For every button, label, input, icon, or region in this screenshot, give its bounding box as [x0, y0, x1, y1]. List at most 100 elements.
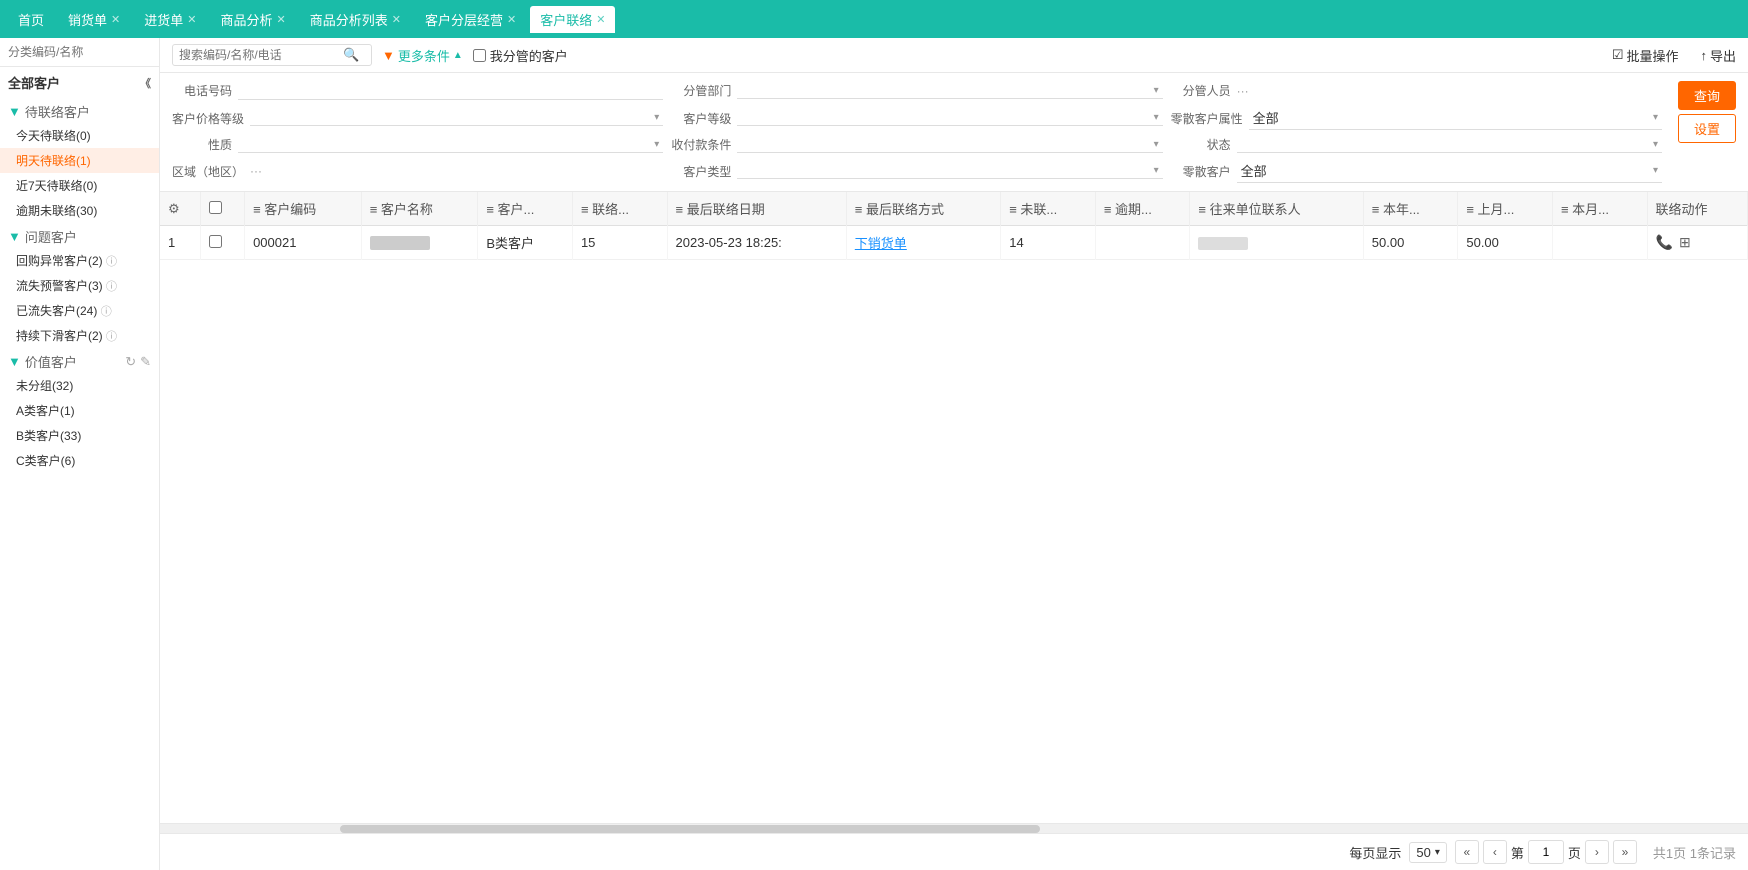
- table-header-row: ⚙ ≡ 客户编码 ≡ 客户名称 ≡ 客户... ≡ 联络... ≡ 最后联络日期…: [160, 192, 1748, 226]
- search-wrap: 🔍: [172, 44, 372, 66]
- triangle-icon: ▼: [8, 104, 21, 119]
- sidebar-item-class-b[interactable]: B类客户(33): [0, 423, 159, 448]
- nav-product-analysis[interactable]: 商品分析 ✕: [210, 6, 295, 33]
- nav-product-analysis-list[interactable]: 商品分析列表 ✕: [300, 6, 411, 33]
- filter-price-level: 客户价格等级 ▾: [172, 110, 663, 127]
- filter-row-3: 性质 ▾ 收付款条件 ▾: [172, 136, 1662, 153]
- last-page-btn[interactable]: »: [1613, 840, 1637, 864]
- price-chevron-icon: ▾: [654, 112, 659, 123]
- cell-check: [201, 226, 245, 260]
- nav-close-customer-contact[interactable]: ✕: [596, 13, 605, 26]
- prev-page-btn[interactable]: ‹: [1483, 840, 1507, 864]
- call-icon[interactable]: 📞: [1656, 234, 1673, 251]
- my-customer-checkbox[interactable]: [473, 49, 486, 62]
- manager-dots-btn[interactable]: ···: [1237, 84, 1249, 98]
- last-method-link[interactable]: 下销货单: [855, 236, 907, 251]
- nav-close-sales[interactable]: ✕: [111, 13, 120, 26]
- col-gear: ⚙: [160, 192, 201, 226]
- cell-contact-count: 15: [572, 226, 667, 260]
- filter-retail-select[interactable]: 全部 ▾: [1249, 106, 1662, 130]
- sidebar-group-value: ▼ 价值客户 ↻ ✎: [0, 348, 159, 373]
- sidebar-item-churned[interactable]: 已流失客户(24) ⓘ: [0, 298, 159, 323]
- filter-nature-select[interactable]: ▾: [238, 137, 663, 153]
- filter-row-2: 客户价格等级 ▾ 客户等级 ▾: [172, 106, 1662, 130]
- filter-buttons: 查询 设置: [1678, 81, 1736, 143]
- batch-op-btn[interactable]: ☑ 批量操作: [1612, 46, 1679, 65]
- filter-cust-type-select[interactable]: ▾: [737, 163, 1162, 179]
- gear-col-icon[interactable]: ⚙: [168, 201, 180, 216]
- col-type: ≡ 客户...: [478, 192, 573, 226]
- nav-purchase[interactable]: 进货单 ✕: [134, 6, 206, 33]
- sidebar-search-input[interactable]: [8, 45, 160, 59]
- filter-payment-select[interactable]: ▾: [737, 137, 1162, 153]
- sidebar-item-overdue[interactable]: 逾期未联络(30): [0, 198, 159, 223]
- sidebar-group-problem: ▼ 问题客户: [0, 223, 159, 248]
- col-check: [201, 192, 245, 226]
- sidebar-all-customers[interactable]: 全部客户 《: [0, 67, 159, 98]
- filter-price-select[interactable]: ▾: [250, 110, 663, 126]
- sidebar-item-today[interactable]: 今天待联络(0): [0, 123, 159, 148]
- sidebar-item-class-a[interactable]: A类客户(1): [0, 398, 159, 423]
- filter-retail-cust-select[interactable]: 全部 ▾: [1237, 159, 1662, 183]
- sidebar-item-abnormal[interactable]: 回购异常客户(2) ⓘ: [0, 248, 159, 273]
- sidebar-group-pending: ▼ 待联络客户: [0, 98, 159, 123]
- horizontal-scrollbar[interactable]: [160, 823, 1748, 833]
- filter-bar: 🔍 ▼ 更多条件 ▲ 我分管的客户 ☑ 批量操作 ↑ 导出: [160, 38, 1748, 73]
- page-number-input[interactable]: [1528, 840, 1564, 864]
- content-area: 🔍 ▼ 更多条件 ▲ 我分管的客户 ☑ 批量操作 ↑ 导出: [160, 38, 1748, 870]
- filter-level-select[interactable]: ▾: [737, 110, 1162, 126]
- filter-dept-select[interactable]: ▾: [737, 83, 1162, 99]
- page-size-select[interactable]: 50 ▾: [1409, 842, 1447, 863]
- sidebar-item-class-c[interactable]: C类客户(6): [0, 448, 159, 473]
- col-no-contact: ≡ 未联...: [1001, 192, 1096, 226]
- grid-icon[interactable]: ⊞: [1679, 234, 1691, 251]
- filter-nature: 性质 ▾: [172, 136, 663, 153]
- col-this-month: ≡ 本月...: [1552, 192, 1647, 226]
- table-row: 1 000021 B类客户 15 2023-05-23 18:25: 下销货单 …: [160, 226, 1748, 260]
- sidebar-item-tomorrow[interactable]: 明天待联络(1): [0, 148, 159, 173]
- cust-type-chevron-icon: ▾: [1154, 165, 1159, 176]
- cell-no-contact: 14: [1001, 226, 1096, 260]
- triangle-icon-2: ▼: [8, 229, 21, 244]
- nav-close-customer-tier[interactable]: ✕: [507, 13, 516, 26]
- nav-home[interactable]: 首页: [8, 6, 54, 33]
- nav-close-product-list[interactable]: ✕: [392, 13, 401, 26]
- col-overdue: ≡ 逾期...: [1095, 192, 1190, 226]
- first-page-btn[interactable]: «: [1455, 840, 1479, 864]
- my-customer-check[interactable]: 我分管的客户: [473, 46, 568, 65]
- customer-table: ⚙ ≡ 客户编码 ≡ 客户名称 ≡ 客户... ≡ 联络... ≡ 最后联络日期…: [160, 192, 1748, 260]
- region-dots-btn[interactable]: ···: [250, 164, 262, 178]
- nav-customer-tier[interactable]: 客户分层经营 ✕: [415, 6, 526, 33]
- setting-button[interactable]: 设置: [1678, 114, 1736, 143]
- export-btn[interactable]: ↑ 导出: [1700, 46, 1736, 65]
- nav-close-product-analysis[interactable]: ✕: [277, 13, 286, 26]
- scrollbar-thumb: [340, 825, 1040, 833]
- triangle-icon-3: ▼: [8, 354, 21, 369]
- filter-icon: ▼: [382, 48, 395, 63]
- nav-customer-contact[interactable]: 客户联络 ✕: [530, 6, 615, 33]
- query-button[interactable]: 查询: [1678, 81, 1736, 110]
- value-refresh-icon[interactable]: ↻: [125, 354, 136, 370]
- filter-dept: 分管部门 ▾: [671, 82, 1162, 99]
- page-size-chevron-icon: ▾: [1435, 847, 1440, 858]
- main-search-icon[interactable]: 🔍: [343, 47, 359, 63]
- main-search-input[interactable]: [179, 48, 339, 62]
- sidebar-item-churn-warning[interactable]: 流失预警客户(3) ⓘ: [0, 273, 159, 298]
- more-filter-btn[interactable]: ▼ 更多条件 ▲: [382, 46, 463, 65]
- sidebar-item-ungrouped[interactable]: 未分组(32): [0, 373, 159, 398]
- sidebar-item-7days[interactable]: 近7天待联络(0): [0, 173, 159, 198]
- filter-phone-input[interactable]: [238, 81, 663, 100]
- filter-retail-cust: 零散客户 全部 ▾: [1171, 159, 1662, 183]
- checkbox-icon: ☑: [1612, 47, 1624, 63]
- sidebar-search-wrap: 🔍: [0, 38, 159, 67]
- value-edit-icon[interactable]: ✎: [140, 354, 151, 370]
- filter-retail-attr: 零散客户属性 全部 ▾: [1171, 106, 1662, 130]
- next-page-btn[interactable]: ›: [1585, 840, 1609, 864]
- col-action: 联络动作: [1647, 192, 1747, 226]
- select-all-checkbox[interactable]: [209, 201, 222, 214]
- filter-status-select[interactable]: ▾: [1237, 137, 1662, 153]
- row-checkbox[interactable]: [209, 235, 222, 248]
- sidebar-item-declining[interactable]: 持续下滑客户(2) ⓘ: [0, 323, 159, 348]
- nav-close-purchase[interactable]: ✕: [187, 13, 196, 26]
- nav-sales[interactable]: 销货单 ✕: [58, 6, 130, 33]
